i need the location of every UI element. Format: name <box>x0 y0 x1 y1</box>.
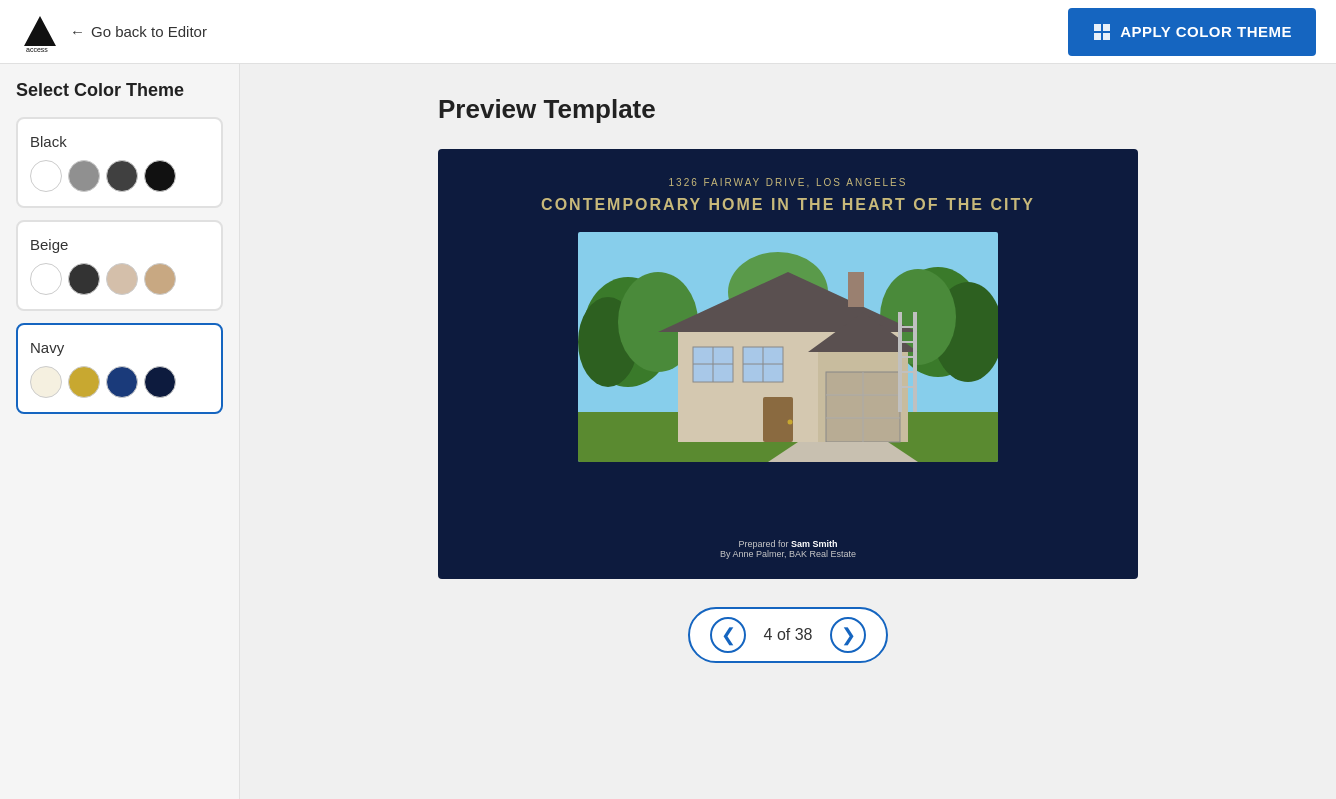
theme-swatches-black <box>30 160 209 192</box>
svg-rect-25 <box>763 397 793 442</box>
swatch-darkgray <box>106 160 138 192</box>
theme-name-navy: Navy <box>30 339 209 356</box>
theme-card-black[interactable]: Black <box>16 117 223 208</box>
swatch-navy-mid <box>106 366 138 398</box>
sidebar: Select Color Theme Black Beige Navy <box>0 64 240 799</box>
theme-swatches-beige <box>30 263 209 295</box>
svg-text:access: access <box>26 46 48 52</box>
slide-address: 1326 FAIRWAY DRIVE, LOS ANGELES <box>669 177 908 188</box>
swatch-dark-2 <box>68 263 100 295</box>
swatch-beige-dark <box>144 263 176 295</box>
swatch-navy-dark <box>144 366 176 398</box>
swatch-white-2 <box>30 263 62 295</box>
swatch-beige-light <box>106 263 138 295</box>
theme-card-navy[interactable]: Navy <box>16 323 223 414</box>
theme-name-beige: Beige <box>30 236 209 253</box>
main-layout: Select Color Theme Black Beige Navy <box>0 64 1336 799</box>
apply-color-theme-button[interactable]: APPLY COLOR THEME <box>1068 8 1316 56</box>
prepared-for-label: Prepared for <box>738 539 788 549</box>
content-area: Preview Template 1326 FAIRWAY DRIVE, LOS… <box>240 64 1336 799</box>
back-arrow-icon: ← <box>70 23 85 40</box>
house-illustration <box>578 232 998 462</box>
prev-page-button[interactable]: ❮ <box>710 617 746 653</box>
prev-arrow-icon: ❮ <box>721 624 736 646</box>
sidebar-title: Select Color Theme <box>16 80 223 101</box>
svg-rect-2 <box>1094 24 1101 31</box>
next-page-button[interactable]: ❯ <box>830 617 866 653</box>
access-logo: access <box>20 12 60 52</box>
svg-point-26 <box>788 420 793 425</box>
theme-swatches-navy <box>30 366 209 398</box>
header-left: access ← Go back to Editor <box>20 12 207 52</box>
slide-prepared-for: Prepared for Sam Smith <box>720 539 856 549</box>
svg-rect-3 <box>1103 24 1110 31</box>
apply-button-label: APPLY COLOR THEME <box>1120 23 1292 40</box>
header: access ← Go back to Editor APPLY COLOR T… <box>0 0 1336 64</box>
client-name: Sam Smith <box>791 539 838 549</box>
back-button[interactable]: ← Go back to Editor <box>70 23 207 40</box>
preview-title: Preview Template <box>438 94 656 125</box>
slide-headline: CONTEMPORARY HOME IN THE HEART OF THE CI… <box>541 196 1035 214</box>
theme-name-black: Black <box>30 133 209 150</box>
theme-icon <box>1092 22 1112 42</box>
svg-rect-5 <box>1103 33 1110 40</box>
page-info: 4 of 38 <box>758 626 818 644</box>
preview-slide: 1326 FAIRWAY DRIVE, LOS ANGELES CONTEMPO… <box>438 149 1138 579</box>
slide-image <box>578 232 998 462</box>
swatch-cream <box>30 366 62 398</box>
next-arrow-icon: ❯ <box>841 624 856 646</box>
theme-card-beige[interactable]: Beige <box>16 220 223 311</box>
swatch-gold <box>68 366 100 398</box>
swatch-black <box>144 160 176 192</box>
slide-footer: Prepared for Sam Smith By Anne Palmer, B… <box>720 527 856 559</box>
slide-agent-line: By Anne Palmer, BAK Real Estate <box>720 549 856 559</box>
swatch-white <box>30 160 62 192</box>
swatch-gray <box>68 160 100 192</box>
svg-rect-32 <box>848 272 864 307</box>
pagination: ❮ 4 of 38 ❯ <box>688 607 888 663</box>
back-button-label: Go back to Editor <box>91 23 207 40</box>
svg-rect-4 <box>1094 33 1101 40</box>
svg-marker-0 <box>24 16 56 46</box>
